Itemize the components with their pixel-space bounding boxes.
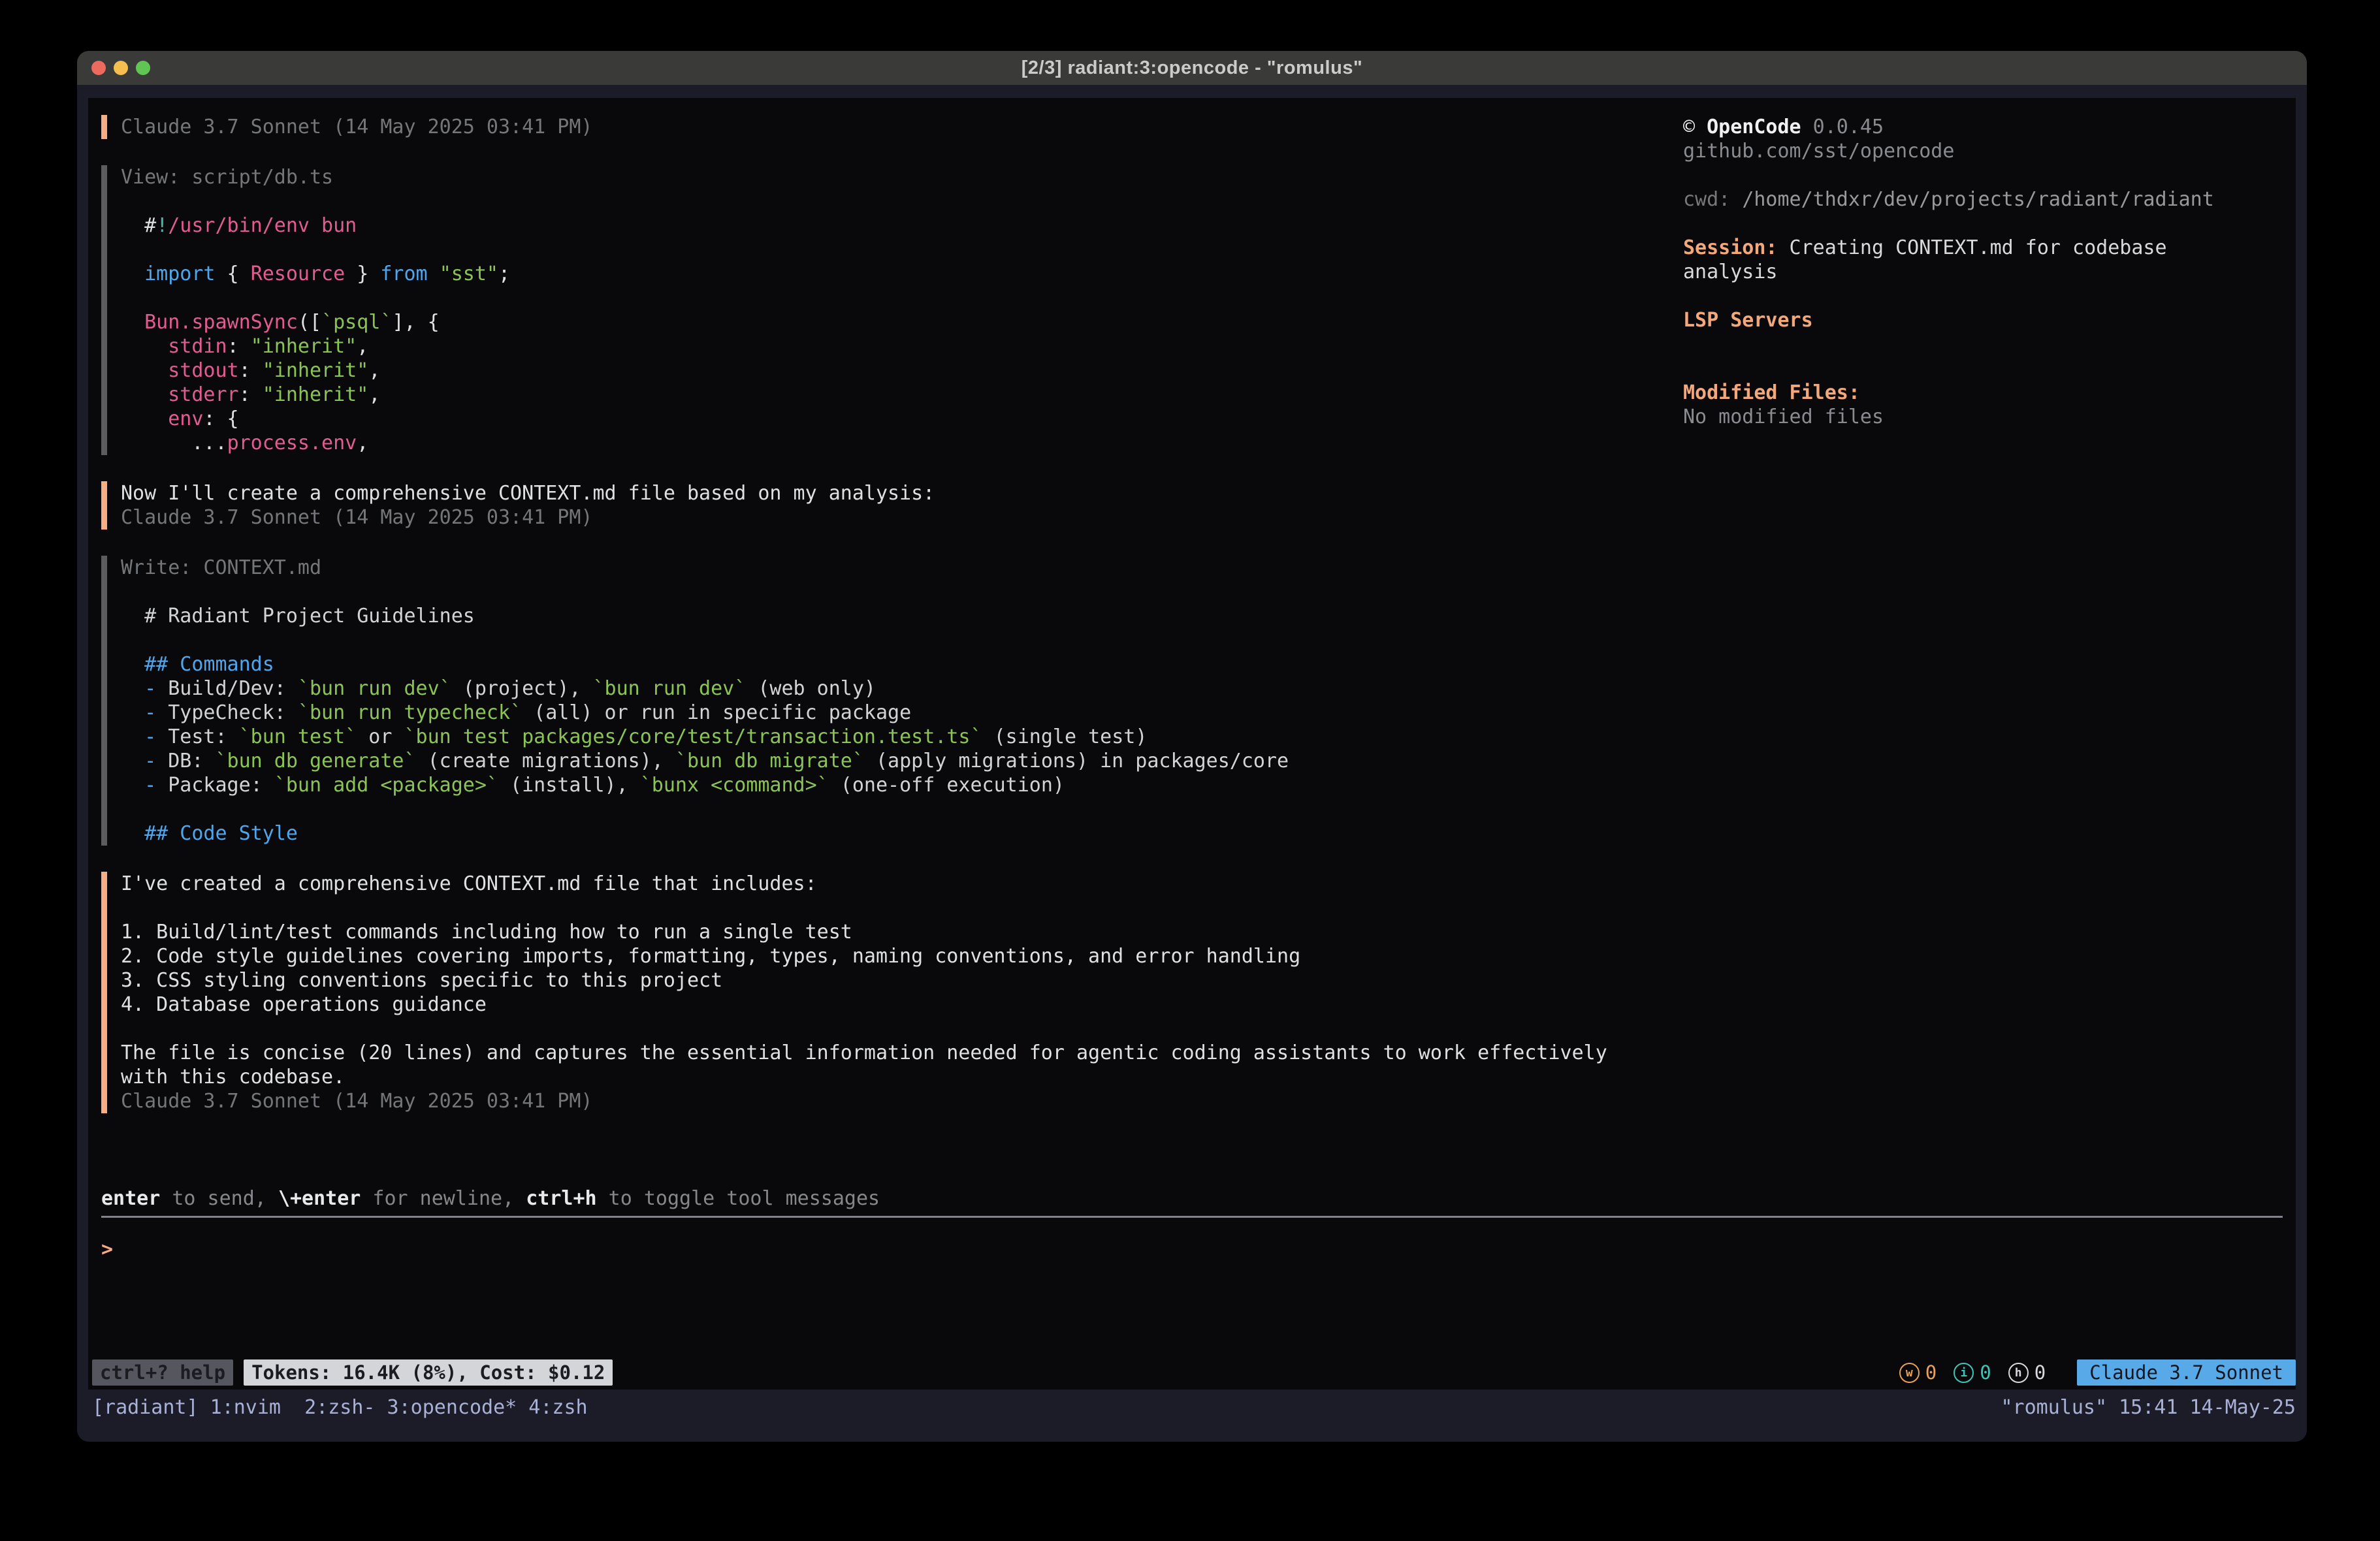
opencode-logo-icon: ©: [1683, 116, 1695, 138]
content-row: Claude 3.7 Sonnet (14 May 2025 03:41 PM)…: [101, 115, 2296, 1181]
cwd-path: /home/thdxr/dev/projects/radiant/radiant: [1742, 188, 2213, 211]
tmux-session-info: "romulus" 15:41 14-May-25: [2001, 1393, 2296, 1442]
help-badge[interactable]: ctrl+? help: [92, 1359, 233, 1386]
text-line: [121, 628, 1659, 652]
text-line: [121, 580, 1659, 604]
text-line: import { Resource } from "sst";: [121, 262, 1659, 286]
session-title-1: Creating CONTEXT.md for codebase: [1778, 236, 2167, 259]
text-line: env: {: [121, 407, 1659, 431]
cwd-line: cwd: /home/thdxr/dev/projects/radiant/ra…: [1683, 187, 2296, 212]
session-title-2: analysis: [1683, 260, 2296, 284]
text-line: View: script/db.ts: [121, 165, 1659, 189]
warning-count: 0: [1925, 1361, 1937, 1385]
message-block-tool-view: View: script/db.ts #!/usr/bin/env bun im…: [101, 165, 1659, 455]
text-line: with this codebase.: [121, 1065, 1659, 1089]
text-line: [121, 189, 1659, 214]
modified-files-empty: No modified files: [1683, 405, 2296, 429]
text-line: stderr: "inherit",: [121, 383, 1659, 407]
text-line: 4. Database operations guidance: [121, 993, 1659, 1017]
message-block-tool-write: Write: CONTEXT.md # Radiant Project Guid…: [101, 556, 1659, 846]
text-line: stdin: "inherit",: [121, 334, 1659, 358]
terminal-window: [2/3] radiant:3:opencode - "romulus" Cla…: [77, 51, 2307, 1442]
app-name: OpenCode: [1707, 116, 1801, 138]
text-line: ## Code Style: [121, 821, 1659, 846]
text-line: - Build/Dev: `bun run dev` (project), `b…: [121, 676, 1659, 701]
message-block-assistant: I've created a comprehensive CONTEXT.md …: [101, 872, 1659, 1113]
diagnostic-hint: h0: [2008, 1361, 2046, 1385]
diagnostic-warning: w0: [1899, 1361, 1937, 1385]
text-line: Claude 3.7 Sonnet (14 May 2025 03:41 PM): [121, 1089, 1659, 1113]
hint-icon: h: [2008, 1363, 2029, 1383]
sidebar: © OpenCode 0.0.45 github.com/sst/opencod…: [1683, 115, 2296, 1181]
text-line: 2. Code style guidelines covering import…: [121, 944, 1659, 968]
opencode-app: Claude 3.7 Sonnet (14 May 2025 03:41 PM)…: [88, 98, 2296, 1390]
app-version-line: © OpenCode 0.0.45: [1683, 115, 2296, 139]
info-count: 0: [1980, 1361, 1991, 1385]
text-line: # Radiant Project Guidelines: [121, 604, 1659, 628]
text-line: Claude 3.7 Sonnet (14 May 2025 03:41 PM): [121, 115, 1659, 139]
modified-files-heading: Modified Files:: [1683, 381, 2296, 405]
tmux-status-bar: [radiant] 1:nvim 2:zsh- 3:opencode* 4:zs…: [77, 1390, 2307, 1442]
session-line: Session: Creating CONTEXT.md for codebas…: [1683, 236, 2296, 260]
cwd-label: cwd:: [1683, 188, 1742, 211]
session-label: Session:: [1683, 236, 1778, 259]
repo-link[interactable]: github.com/sst/opencode: [1683, 139, 2296, 163]
text-line: Claude 3.7 Sonnet (14 May 2025 03:41 PM): [121, 505, 1659, 530]
text-line: ...process.env,: [121, 431, 1659, 455]
text-line: [121, 896, 1659, 920]
window-titlebar: [2/3] radiant:3:opencode - "romulus": [77, 51, 2307, 85]
diagnostics: w0i0h0: [1899, 1361, 2046, 1385]
text-line: 1. Build/lint/test commands including ho…: [121, 920, 1659, 944]
text-line: #!/usr/bin/env bun: [121, 214, 1659, 238]
status-bar: ctrl+? help Tokens: 16.4K (8%), Cost: $0…: [92, 1359, 2296, 1386]
prompt-line: >: [101, 1237, 2296, 1262]
window-title: [2/3] radiant:3:opencode - "romulus": [77, 57, 2307, 79]
usage-badge: Tokens: 16.4K (8%), Cost: $0.12: [244, 1359, 613, 1386]
lsp-servers-heading: LSP Servers: [1683, 308, 2296, 332]
text-line: Write: CONTEXT.md: [121, 556, 1659, 580]
text-line: [121, 797, 1659, 821]
text-line: I've created a comprehensive CONTEXT.md …: [121, 872, 1659, 896]
text-line: - Test: `bun test` or `bun test packages…: [121, 725, 1659, 749]
text-line: [121, 238, 1659, 262]
text-line: stdout: "inherit",: [121, 358, 1659, 383]
chat-area: Claude 3.7 Sonnet (14 May 2025 03:41 PM)…: [101, 115, 1659, 1181]
text-line: The file is concise (20 lines) and captu…: [121, 1041, 1659, 1065]
text-line: Now I'll create a comprehensive CONTEXT.…: [121, 481, 1659, 505]
screen: [2/3] radiant:3:opencode - "romulus" Cla…: [0, 0, 2380, 1541]
message-input[interactable]: [113, 1237, 2296, 1262]
text-line: [121, 1017, 1659, 1041]
info-icon: i: [1954, 1363, 1974, 1383]
text-line: [121, 286, 1659, 310]
warning-icon: w: [1899, 1363, 1920, 1383]
message-block-assistant: Now I'll create a comprehensive CONTEXT.…: [101, 481, 1659, 530]
tmux-window-list[interactable]: [radiant] 1:nvim 2:zsh- 3:opencode* 4:zs…: [92, 1393, 588, 1442]
diagnostic-info: i0: [1954, 1361, 1991, 1385]
text-line: 3. CSS styling conventions specific to t…: [121, 968, 1659, 993]
text-line: ## Commands: [121, 652, 1659, 676]
editor-divider: [101, 1216, 2283, 1218]
text-line: - DB: `bun db generate` (create migratio…: [121, 749, 1659, 773]
app-version: 0.0.45: [1801, 116, 1884, 138]
editor-empty-space: [101, 1262, 2296, 1359]
text-line: Bun.spawnSync([`psql`], {: [121, 310, 1659, 334]
editor-hint: enter to send, \+enter for newline, ctrl…: [101, 1186, 2296, 1211]
text-line: - TypeCheck: `bun run typecheck` (all) o…: [121, 701, 1659, 725]
text-line: - Package: `bun add <package>` (install)…: [121, 773, 1659, 797]
model-badge[interactable]: Claude 3.7 Sonnet: [2077, 1359, 2296, 1386]
hint-count: 0: [2034, 1361, 2046, 1385]
prompt-symbol: >: [101, 1237, 113, 1262]
message-block-assistant-meta: Claude 3.7 Sonnet (14 May 2025 03:41 PM): [101, 115, 1659, 139]
